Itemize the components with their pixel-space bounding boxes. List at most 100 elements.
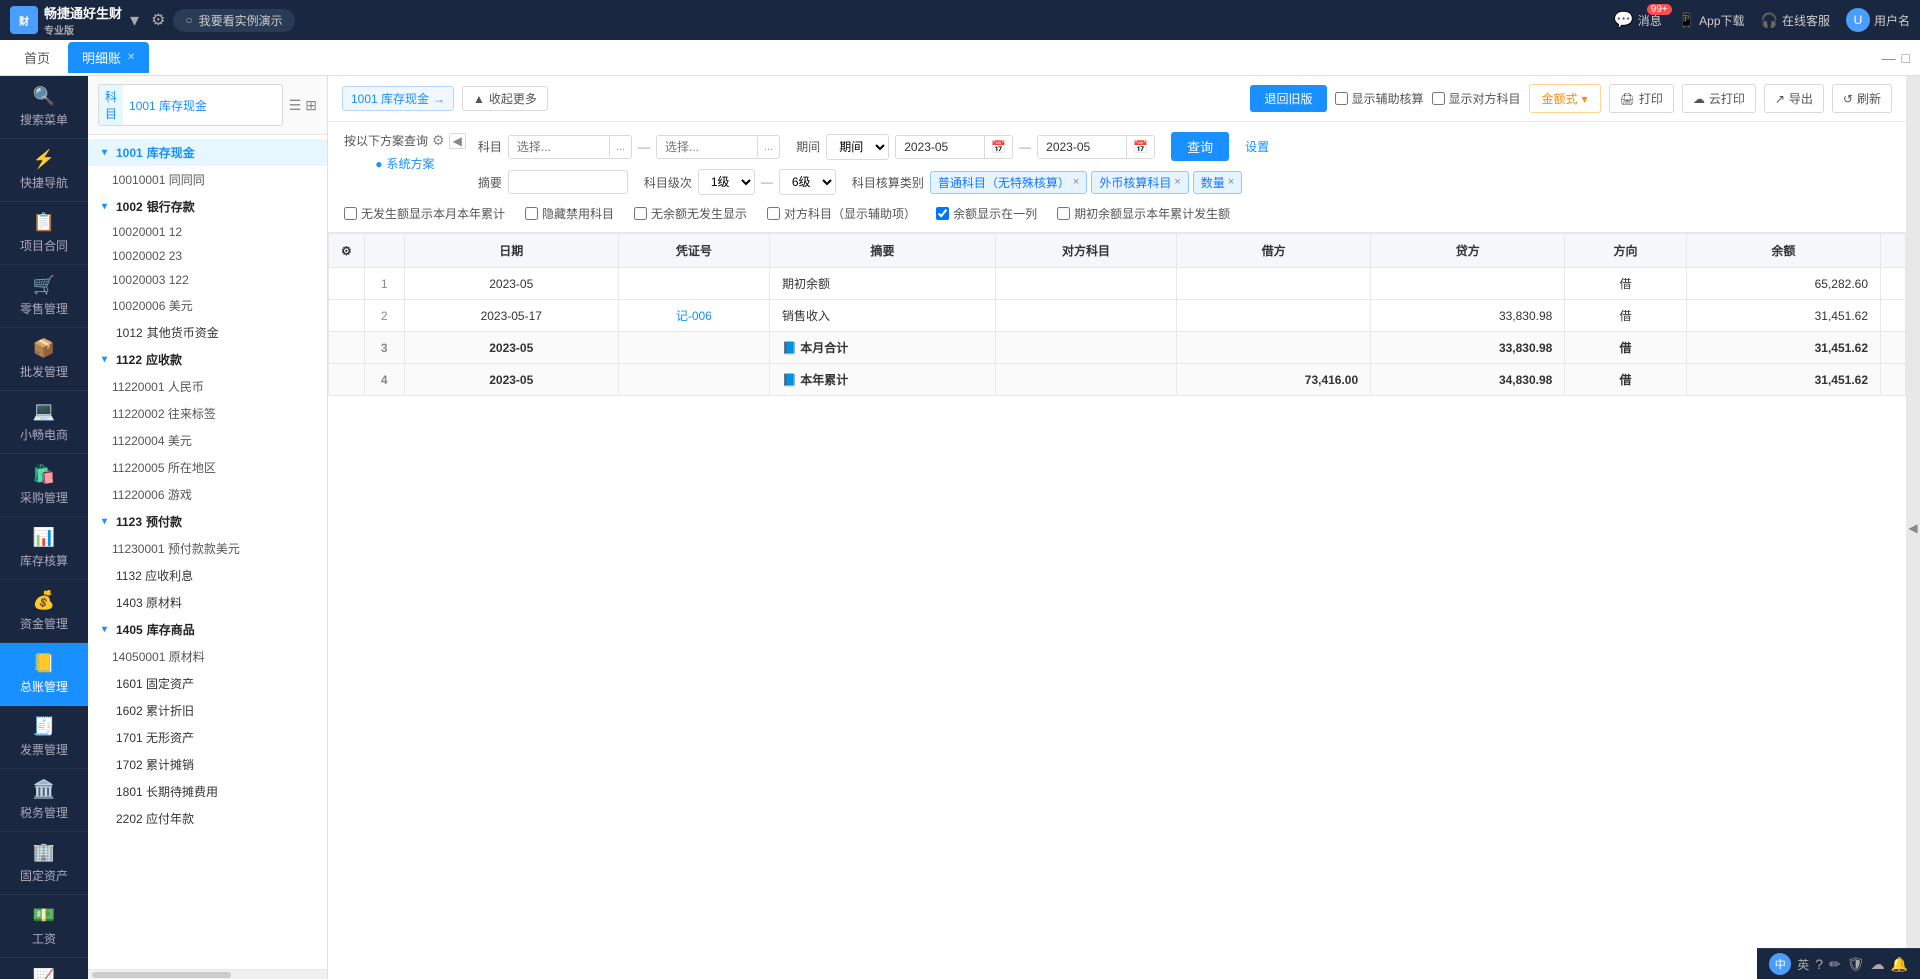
summary-input[interactable] (508, 170, 628, 194)
filter-tag-qty-close[interactable]: × (1228, 176, 1234, 188)
lang-cn-btn[interactable]: 中 (1769, 953, 1791, 975)
expand-more-btn[interactable]: ▲ 收起更多 (462, 86, 548, 111)
sidebar-item-assets[interactable]: 🏢 固定资产 (0, 832, 88, 895)
lang-en-btn[interactable]: 英 (1797, 956, 1809, 973)
tree-item-11220006[interactable]: 11220006 游戏 (88, 481, 327, 508)
tree-item-11230001[interactable]: 11230001 预付款款美元 (88, 535, 327, 562)
sidebar-item-retail[interactable]: 🛒 零售管理 (0, 265, 88, 328)
sidebar-item-quicknav[interactable]: ⚡ 快捷导航 (0, 139, 88, 202)
tree-item-1132[interactable]: 1132 应收利息 (88, 562, 327, 589)
show-contra-check[interactable]: 显示对方科目 (1432, 90, 1521, 107)
window-maximize-icon[interactable]: □ (1902, 50, 1910, 66)
online-service-btn[interactable]: 🎧 在线客服 (1761, 12, 1830, 29)
bottom-cloud-icon[interactable]: ☁ (1871, 956, 1885, 973)
print-btn[interactable]: 🖨 打印 (1609, 84, 1674, 113)
refresh-btn[interactable]: ↺ 刷新 (1832, 84, 1892, 113)
tree-item-11220004[interactable]: 11220004 美元 (88, 427, 327, 454)
cloud-print-btn[interactable]: ☁ 云打印 (1682, 84, 1756, 113)
bottom-shield-icon[interactable]: 🛡 (1847, 956, 1865, 973)
tree-item-10020002[interactable]: 10020002 23 (88, 244, 327, 268)
tree-item-1405[interactable]: ▾ 1405 库存商品 (88, 616, 327, 643)
tree-toggle-1123[interactable]: ▾ (102, 516, 112, 527)
sidebar-item-ecommerce[interactable]: 💻 小畅电商 (0, 391, 88, 454)
tree-item-1601[interactable]: 1601 固定资产 (88, 670, 327, 697)
sidebar-item-wholesale[interactable]: 📦 批发管理 (0, 328, 88, 391)
subject-tag-arrow-icon[interactable]: → (433, 92, 445, 106)
cb-no-balance[interactable] (634, 207, 647, 220)
message-btn[interactable]: 💬 消息 99+ (1614, 10, 1662, 30)
tree-item-1801[interactable]: 1801 长期待摊费用 (88, 778, 327, 805)
sidebar-item-operation[interactable]: 📈 经营管理 (0, 958, 88, 979)
tree-item-1012[interactable]: 1012 其他货币资金 (88, 319, 327, 346)
tree-item-10020001[interactable]: 10020001 12 (88, 220, 327, 244)
subject-start-more-icon[interactable]: ... (609, 137, 631, 157)
tree-item-11220001[interactable]: 11220001 人民币 (88, 373, 327, 400)
tree-item-1701[interactable]: 1701 无形资产 (88, 724, 327, 751)
user-avatar[interactable]: U 用户名 (1846, 8, 1910, 32)
tree-item-14050001[interactable]: 14050001 原材料 (88, 643, 327, 670)
tab-close-icon[interactable]: ✕ (127, 52, 135, 63)
row2-voucher[interactable]: 记-006 (618, 300, 769, 332)
window-minimize-icon[interactable]: — (1882, 50, 1896, 66)
tree-item-10020003[interactable]: 10020003 122 (88, 268, 327, 292)
tree-toggle-1001[interactable]: ▾ (102, 147, 112, 158)
cb-no-balance-monthly[interactable] (344, 207, 357, 220)
filter-tag-foreign-close[interactable]: × (1174, 176, 1180, 188)
tree-item-10010001[interactable]: 10010001 同同同 (88, 166, 327, 193)
scheme-settings-icon[interactable]: ⚙ (432, 132, 445, 149)
period-type-select[interactable]: 期间 (826, 134, 889, 160)
tree-list-icon[interactable]: ☰ (289, 97, 302, 114)
sidebar-item-tax[interactable]: 🏛️ 税务管理 (0, 769, 88, 832)
cb-init-balance[interactable] (1057, 207, 1070, 220)
tree-item-2202[interactable]: 2202 应付年款 (88, 805, 327, 832)
tree-item-1702[interactable]: 1702 累计摊销 (88, 751, 327, 778)
query-btn[interactable]: 查询 (1171, 132, 1229, 161)
app-dropdown-icon[interactable]: ▾ (130, 10, 139, 31)
check-no-balance[interactable]: 无余额无发生显示 (634, 205, 747, 222)
check-contra[interactable]: 对方科目（显示辅助项） (767, 205, 916, 222)
bottom-edit-icon[interactable]: ✏ (1829, 956, 1841, 973)
export-btn[interactable]: ↗ 导出 (1764, 84, 1824, 113)
check-init-balance[interactable]: 期初余额显示本年累计发生额 (1057, 205, 1230, 222)
cb-hide-disabled[interactable] (525, 207, 538, 220)
tree-item-1002[interactable]: ▾ 1002 银行存款 (88, 193, 327, 220)
cb-balance-one-col[interactable] (936, 207, 949, 220)
tree-subject-tag[interactable]: 科目 (99, 85, 123, 125)
check-no-balance-monthly[interactable]: 无发生额显示本月本年累计 (344, 205, 505, 222)
sidebar-item-purchase[interactable]: 🛍️ 采购管理 (0, 454, 88, 517)
table-settings-icon[interactable]: ⚙ (341, 244, 352, 258)
show-aux-check[interactable]: 显示辅助核算 (1335, 90, 1424, 107)
scheme-collapse-icon[interactable]: ◀ (449, 133, 466, 149)
tree-item-1001[interactable]: ▾ 1001 库存现金 (88, 139, 327, 166)
level-start-select[interactable]: 1级 (698, 169, 755, 195)
app-download-btn[interactable]: 📱 App下载 (1678, 12, 1745, 29)
tree-horizontal-scroll[interactable] (88, 969, 327, 979)
system-scheme-btn[interactable]: ● 系统方案 (371, 153, 438, 174)
level-end-select[interactable]: 6级 (779, 169, 836, 195)
right-collapse-panel[interactable]: ◀ (1906, 76, 1920, 979)
demo-link[interactable]: ○ 我要看实例演示 (173, 9, 294, 32)
sidebar-item-inventory[interactable]: 📊 库存核算 (0, 517, 88, 580)
sidebar-item-invoice[interactable]: 🧾 发票管理 (0, 706, 88, 769)
filter-tag-ordinary-close[interactable]: × (1073, 176, 1079, 188)
period-end-input[interactable] (1038, 136, 1126, 158)
tree-item-1122[interactable]: ▾ 1122 应收款 (88, 346, 327, 373)
tab-detail[interactable]: 明细账 ✕ (68, 42, 149, 73)
tree-item-10020006[interactable]: 10020006 美元 (88, 292, 327, 319)
settings-icon[interactable]: ⚙ (151, 10, 165, 30)
tab-home[interactable]: 首页 (10, 42, 64, 73)
sidebar-item-salary[interactable]: 💵 工资 (0, 895, 88, 958)
check-balance-one-col[interactable]: 余额显示在一列 (936, 205, 1037, 222)
subject-end-input[interactable] (657, 136, 757, 158)
tree-toggle-1002[interactable]: ▾ (102, 201, 112, 212)
show-contra-checkbox[interactable] (1432, 92, 1445, 105)
tree-search-input[interactable] (123, 95, 283, 115)
tree-item-1602[interactable]: 1602 累计折旧 (88, 697, 327, 724)
period-end-calendar-icon[interactable]: 📅 (1126, 136, 1154, 158)
sidebar-item-ledger[interactable]: 📒 总账管理 (0, 643, 88, 706)
return-old-btn[interactable]: 退回旧版 (1250, 85, 1326, 112)
subject-start-input[interactable] (509, 136, 609, 158)
period-start-input[interactable] (896, 136, 984, 158)
tree-item-1403[interactable]: 1403 原材料 (88, 589, 327, 616)
period-start-calendar-icon[interactable]: 📅 (984, 136, 1012, 158)
